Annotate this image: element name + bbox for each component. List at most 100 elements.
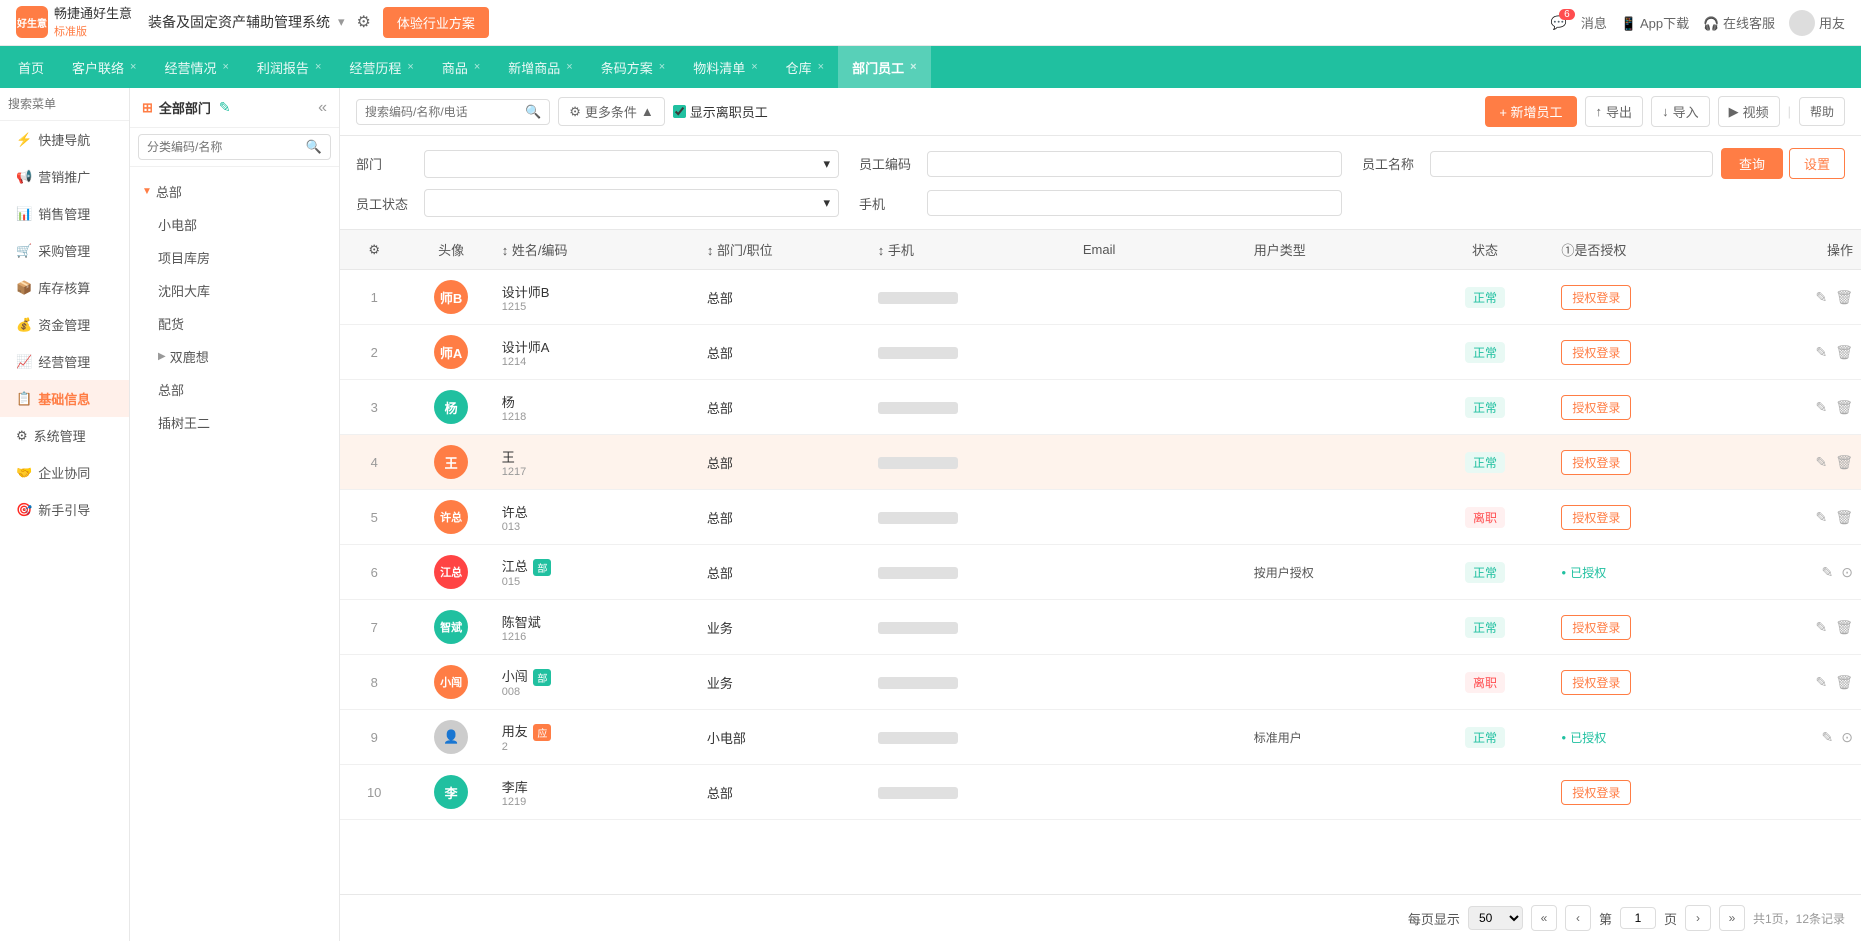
auth-button[interactable]: 授权登录 — [1561, 395, 1631, 420]
auth-button[interactable]: 授权登录 — [1561, 670, 1631, 695]
sidebar-item-system[interactable]: ⚙ 系统管理 — [0, 417, 129, 454]
edit-icon[interactable]: ✎ — [1815, 619, 1827, 636]
set-button[interactable]: 设置 — [1789, 148, 1845, 179]
dept-node-chashuwang[interactable]: 插树王二 — [130, 406, 339, 439]
show-resign-checkbox[interactable] — [673, 105, 686, 118]
edit-icon[interactable]: ✎ — [1815, 674, 1827, 691]
auth-button[interactable]: 授权登录 — [1561, 505, 1631, 530]
auth-button[interactable]: 授权登录 — [1561, 450, 1631, 475]
tab-customer[interactable]: 客户联络 × — [58, 46, 150, 88]
dept-node-xiaodianbu[interactable]: 小电部 — [130, 208, 339, 241]
filter-empname-input[interactable] — [1430, 151, 1713, 177]
dept-node-zongbu-parent[interactable]: ▼ 总部 — [130, 175, 339, 208]
delete-icon[interactable]: 🗑 — [1835, 674, 1853, 691]
help-button[interactable]: 帮助 — [1799, 97, 1845, 126]
filter-empstatus-select[interactable]: ▾ — [424, 189, 839, 217]
dept-node-shuanglu[interactable]: ▶ 双鹿想 — [130, 340, 339, 373]
close-tab-business[interactable]: × — [222, 61, 228, 73]
filter-phone-input[interactable] — [927, 190, 1342, 216]
sidebar-item-ops[interactable]: 📈 经营管理 — [0, 343, 129, 380]
dept-node-shenyang[interactable]: 沈阳大库 — [130, 274, 339, 307]
show-resign-label[interactable]: 显示离职员工 — [673, 102, 768, 121]
close-tab-goods[interactable]: × — [474, 61, 480, 73]
close-tab-history[interactable]: × — [407, 61, 413, 73]
filter-empcode-input[interactable] — [927, 151, 1342, 177]
close-tab-barcode[interactable]: × — [659, 61, 665, 73]
copy-icon[interactable]: ⊙ — [1841, 564, 1853, 581]
edit-icon[interactable]: ✎ — [1822, 729, 1834, 746]
delete-icon[interactable]: 🗑 — [1835, 344, 1853, 361]
close-tab-profit[interactable]: × — [315, 61, 321, 73]
page-input[interactable] — [1620, 907, 1656, 929]
edit-icon[interactable]: ✎ — [1815, 454, 1827, 471]
auth-button[interactable]: 授权登录 — [1561, 780, 1631, 805]
delete-icon[interactable]: 🗑 — [1835, 454, 1853, 471]
edit-icon[interactable]: ✎ — [1815, 509, 1827, 526]
prev-page-btn[interactable]: ‹ — [1565, 905, 1591, 931]
sidebar-item-finance[interactable]: 💰 资金管理 — [0, 306, 129, 343]
th-phone[interactable]: ↕ 手机 — [870, 230, 1075, 270]
sidebar-item-basic[interactable]: 📋 基础信息 — [0, 380, 129, 417]
close-tab-new-goods[interactable]: × — [566, 61, 572, 73]
next-page-btn[interactable]: › — [1685, 905, 1711, 931]
add-employee-button[interactable]: + 新增员工 — [1485, 96, 1576, 127]
delete-icon[interactable]: 🗑 — [1835, 289, 1853, 306]
dept-search-input[interactable] — [147, 140, 306, 154]
tab-business[interactable]: 经营情况 × — [150, 46, 242, 88]
auth-button[interactable]: 授权登录 — [1561, 615, 1631, 640]
dept-node-xiangmu[interactable]: 项目库房 — [130, 241, 339, 274]
close-tab-bom[interactable]: × — [751, 61, 757, 73]
th-gear[interactable]: ⚙ — [340, 230, 408, 270]
th-name[interactable]: ↕ 姓名/编码 — [494, 230, 699, 270]
sidebar-search-input[interactable] — [8, 97, 130, 111]
gear-button[interactable]: ⚙ — [353, 8, 375, 36]
tab-history[interactable]: 经营历程 × — [335, 46, 427, 88]
filter-dept-select[interactable]: ▾ — [424, 150, 839, 178]
auth-button[interactable]: 授权登录 — [1561, 285, 1631, 310]
import-button[interactable]: ↓ 导入 — [1651, 96, 1710, 127]
delete-icon[interactable]: 🗑 — [1835, 399, 1853, 416]
sidebar-item-purchase[interactable]: 🛒 采购管理 — [0, 232, 129, 269]
dept-edit-icon[interactable]: ✎ — [219, 99, 231, 116]
more-filter-button[interactable]: ⚙ 更多条件 ▲ — [558, 97, 665, 126]
user-area[interactable]: 用友 — [1789, 10, 1845, 36]
last-page-btn[interactable]: » — [1719, 905, 1745, 931]
sidebar-item-inventory[interactable]: 📦 库存核算 — [0, 269, 129, 306]
message-icon[interactable]: 💬 6 — [1551, 15, 1567, 31]
sidebar-item-marketing[interactable]: 📢 营销推广 — [0, 158, 129, 195]
copy-icon[interactable]: ⊙ — [1841, 729, 1853, 746]
sys-dropdown-icon[interactable]: ▾ — [338, 14, 345, 30]
query-button[interactable]: 查询 — [1721, 148, 1783, 179]
edit-icon[interactable]: ✎ — [1822, 564, 1834, 581]
tab-profit[interactable]: 利润报告 × — [243, 46, 335, 88]
edit-icon[interactable]: ✎ — [1815, 289, 1827, 306]
close-tab-warehouse[interactable]: × — [818, 61, 824, 73]
sidebar-item-collab[interactable]: 🤝 企业协同 — [0, 454, 129, 491]
per-page-select[interactable]: 10 20 50 100 — [1468, 906, 1523, 930]
sidebar-item-nav[interactable]: ⚡ 快捷导航 — [0, 121, 129, 158]
panel-collapse-btn[interactable]: « — [318, 99, 327, 117]
tab-warehouse[interactable]: 仓库 × — [772, 46, 838, 88]
dept-node-peihuo[interactable]: 配货 — [130, 307, 339, 340]
app-download[interactable]: 📱 App下载 — [1621, 13, 1689, 32]
tab-home[interactable]: 首页 — [4, 46, 58, 88]
tab-bom[interactable]: 物料清单 × — [679, 46, 771, 88]
tab-barcode[interactable]: 条码方案 × — [587, 46, 679, 88]
edit-icon[interactable]: ✎ — [1815, 344, 1827, 361]
trial-button[interactable]: 体验行业方案 — [383, 7, 489, 38]
close-tab-department[interactable]: × — [910, 61, 916, 73]
edit-icon[interactable]: ✎ — [1815, 399, 1827, 416]
view-button[interactable]: ▶ 视频 — [1718, 96, 1780, 127]
close-tab-customer[interactable]: × — [130, 61, 136, 73]
sidebar-item-sales[interactable]: 📊 销售管理 — [0, 195, 129, 232]
dept-node-zongbu-child[interactable]: 总部 — [130, 373, 339, 406]
sidebar-item-guide[interactable]: 🎯 新手引导 — [0, 491, 129, 528]
export-button[interactable]: ↑ 导出 — [1585, 96, 1644, 127]
tab-department[interactable]: 部门员工 × — [838, 46, 930, 88]
delete-icon[interactable]: 🗑 — [1835, 619, 1853, 636]
first-page-btn[interactable]: « — [1531, 905, 1557, 931]
search-input[interactable] — [365, 105, 525, 119]
tab-goods[interactable]: 商品 × — [428, 46, 494, 88]
tab-new-goods[interactable]: 新增商品 × — [494, 46, 586, 88]
online-service[interactable]: 🎧 在线客服 — [1703, 13, 1775, 32]
